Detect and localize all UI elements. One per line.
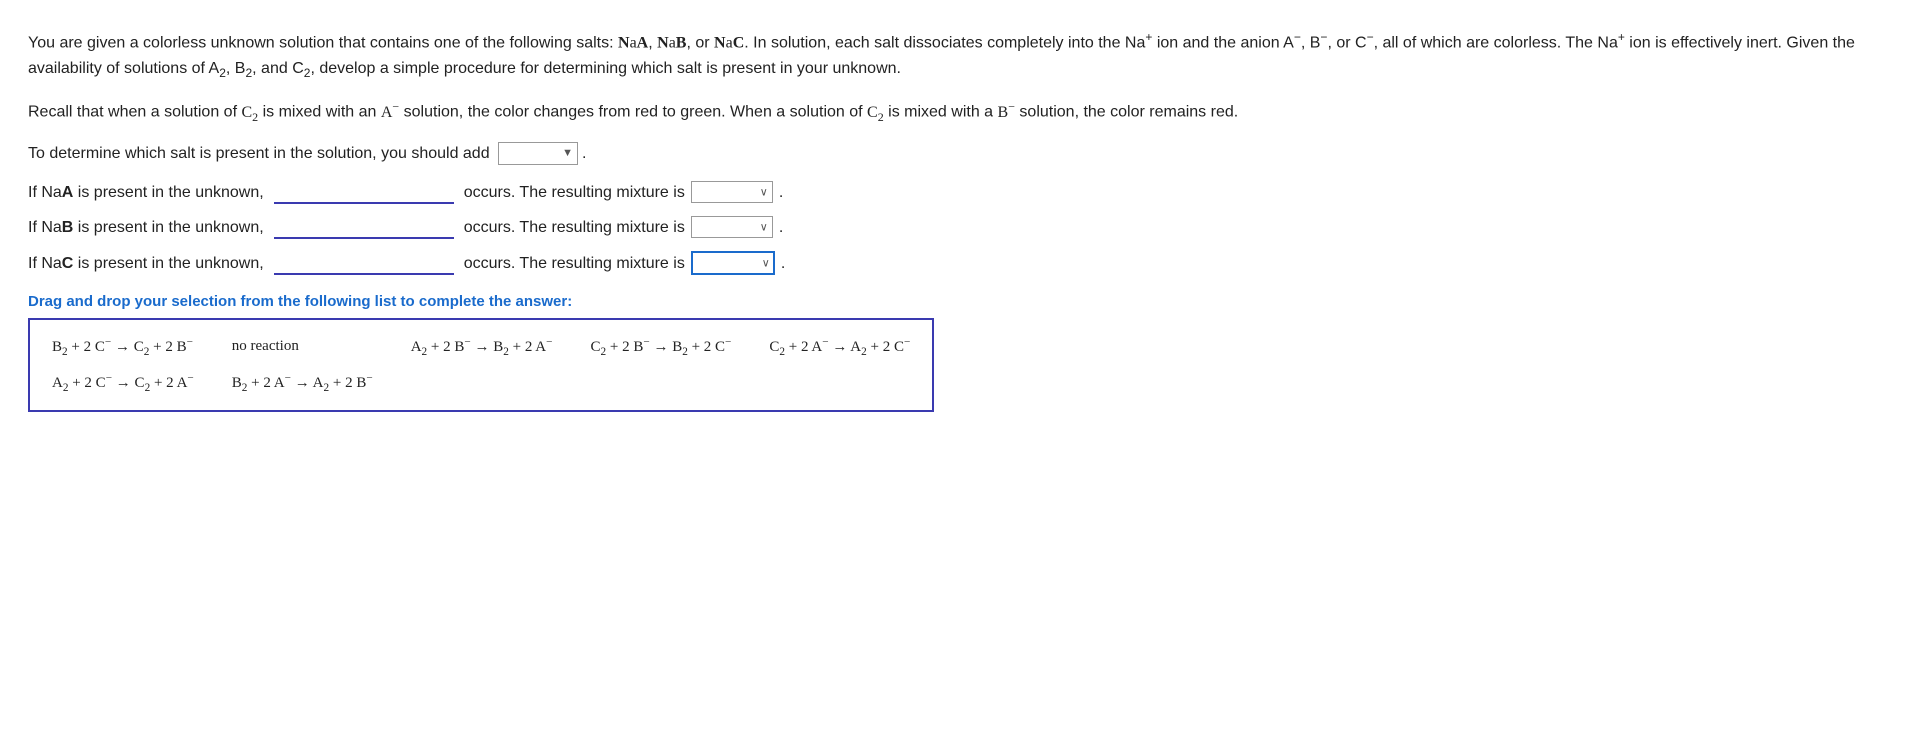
naa-result-select[interactable]: red green colorless <box>691 181 773 203</box>
drag-item-1[interactable]: B2 + 2 C− → C2 + 2 B− <box>48 334 198 360</box>
salt-nab: NaB <box>657 34 686 51</box>
drag-item-5[interactable]: C2 + 2 A− → A2 + 2 C− <box>765 334 914 360</box>
nac-result-wrapper[interactable]: red green colorless ∨ <box>691 251 775 275</box>
drag-item-no-reaction[interactable]: no reaction <box>228 336 377 357</box>
main-content: You are given a colorless unknown soluti… <box>28 28 1880 412</box>
drag-item-7[interactable]: B2 + 2 A− → A2 + 2 B− <box>228 370 377 396</box>
nac-occurs: occurs. The resulting mixture is <box>464 255 685 273</box>
nab-label: If NaB is present in the unknown, <box>28 219 264 237</box>
drag-item-4[interactable]: C2 + 2 B− → B2 + 2 C− <box>586 334 735 360</box>
nac-label: If NaC is present in the unknown, <box>28 255 264 273</box>
drag-item-6[interactable]: A2 + 2 C− → C2 + 2 A− <box>48 370 198 396</box>
nac-result-select[interactable]: red green colorless <box>691 251 775 275</box>
naa-row: If NaA is present in the unknown, occurs… <box>28 181 1880 204</box>
nab-row: If NaB is present in the unknown, occurs… <box>28 216 1880 239</box>
naa-input[interactable] <box>274 183 454 204</box>
drag-label: Drag and drop your selection from the fo… <box>28 293 1880 310</box>
salt-nac: NaC <box>714 34 744 51</box>
determine-line: To determine which salt is present in th… <box>28 141 1880 167</box>
nab-result-select[interactable]: red green colorless <box>691 216 773 238</box>
naa-result-wrapper[interactable]: red green colorless ∨ <box>691 181 773 203</box>
intro-paragraph: You are given a colorless unknown soluti… <box>28 28 1880 83</box>
nab-result-wrapper[interactable]: red green colorless ∨ <box>691 216 773 238</box>
drag-section: Drag and drop your selection from the fo… <box>28 293 1880 412</box>
recall-paragraph: Recall that when a solution of C2 is mix… <box>28 97 1880 127</box>
nac-row: If NaC is present in the unknown, occurs… <box>28 251 1880 275</box>
nac-input[interactable] <box>274 254 454 275</box>
drag-box: B2 + 2 C− → C2 + 2 B− no reaction A2 + 2… <box>28 318 934 412</box>
add-select[interactable]: A₂ B₂ C₂ <box>498 142 578 165</box>
add-select-wrapper[interactable]: A₂ B₂ C₂ ▼ <box>498 141 578 167</box>
nab-occurs: occurs. The resulting mixture is <box>464 219 685 237</box>
drag-item-3[interactable]: A2 + 2 B− → B2 + 2 A− <box>407 334 557 360</box>
naa-occurs: occurs. The resulting mixture is <box>464 184 685 202</box>
nab-input[interactable] <box>274 218 454 239</box>
salt-naa: NaA <box>618 34 648 51</box>
naa-label: If NaA is present in the unknown, <box>28 184 264 202</box>
